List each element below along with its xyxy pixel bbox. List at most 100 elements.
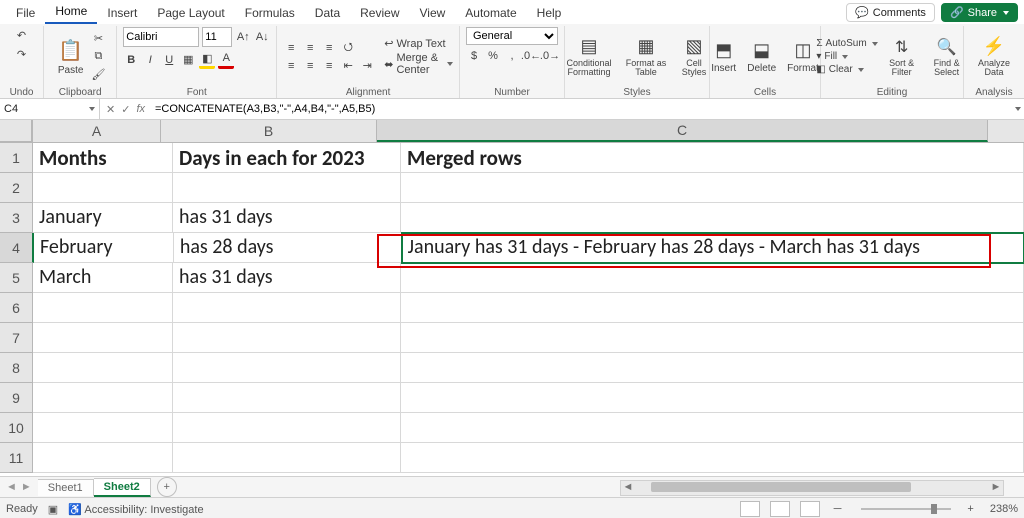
zoom-level[interactable]: 238% xyxy=(990,503,1018,515)
cell-c8[interactable] xyxy=(401,353,1024,383)
clear-button[interactable]: ◧Clear xyxy=(816,64,877,75)
undo-button[interactable]: ↶ xyxy=(14,27,30,43)
col-header-b[interactable]: B xyxy=(161,120,377,142)
tab-data[interactable]: Data xyxy=(305,3,350,24)
accessibility-status[interactable]: ♿ Accessibility: Investigate xyxy=(68,503,203,516)
underline-button[interactable]: U xyxy=(161,52,177,68)
cell-a4[interactable]: February xyxy=(34,233,174,263)
name-box[interactable]: C4 xyxy=(0,99,100,119)
insert-cells-button[interactable]: ⬒ Insert xyxy=(707,38,740,76)
font-color-button[interactable]: A xyxy=(218,50,234,69)
row-header-6[interactable]: 6 xyxy=(0,293,33,323)
bold-button[interactable]: B xyxy=(123,52,139,68)
cell-b8[interactable] xyxy=(173,353,401,383)
horizontal-scrollbar[interactable]: ◄ ► xyxy=(620,480,1004,496)
macro-record-icon[interactable]: ▣ xyxy=(48,503,58,516)
font-name-combo[interactable] xyxy=(123,27,199,47)
cell-a11[interactable] xyxy=(33,443,173,473)
cell-c7[interactable] xyxy=(401,323,1024,353)
scroll-right-button[interactable]: ► xyxy=(989,481,1003,493)
row-header-2[interactable]: 2 xyxy=(0,173,33,203)
view-page-break-button[interactable] xyxy=(800,501,820,517)
decrease-font-button[interactable]: A↓ xyxy=(254,29,270,45)
sheet-nav-prev[interactable]: ◄ xyxy=(6,481,17,493)
percent-format-button[interactable]: % xyxy=(485,48,501,64)
cell-a10[interactable] xyxy=(33,413,173,443)
cell-c9[interactable] xyxy=(401,383,1024,413)
row-header-9[interactable]: 9 xyxy=(0,383,33,413)
cell-b3[interactable]: has 31 days xyxy=(173,203,401,233)
orientation-button[interactable]: ⭯ xyxy=(340,40,356,56)
copy-button[interactable]: ⧉ xyxy=(90,49,106,65)
tab-automate[interactable]: Automate xyxy=(455,3,526,24)
merge-center-button[interactable]: ⬌ Merge & Center xyxy=(384,52,453,76)
view-normal-button[interactable] xyxy=(740,501,760,517)
cell-a2[interactable] xyxy=(33,173,173,203)
cell-c2[interactable] xyxy=(401,173,1024,203)
formula-bar-expand[interactable] xyxy=(1010,99,1024,119)
sheet-tab-sheet2[interactable]: Sheet2 xyxy=(94,478,151,497)
cell-c3[interactable] xyxy=(401,203,1024,233)
cell-c10[interactable] xyxy=(401,413,1024,443)
comments-button[interactable]: 💬 Comments xyxy=(846,3,935,22)
cell-a5[interactable]: March xyxy=(33,263,173,293)
cancel-formula-button[interactable]: ✕ xyxy=(106,103,115,116)
cell-b10[interactable] xyxy=(173,413,401,443)
row-header-7[interactable]: 7 xyxy=(0,323,33,353)
increase-font-button[interactable]: A↑ xyxy=(235,29,251,45)
scroll-left-button[interactable]: ◄ xyxy=(621,481,635,493)
accounting-format-button[interactable]: $ xyxy=(466,48,482,64)
decrease-decimal-button[interactable]: .0→ xyxy=(542,48,558,64)
align-center-button[interactable]: ≡ xyxy=(302,58,318,74)
fill-color-button[interactable]: ◧ xyxy=(199,50,215,69)
row-header-10[interactable]: 10 xyxy=(0,413,33,443)
align-middle-button[interactable]: ≡ xyxy=(302,40,318,56)
cell-c6[interactable] xyxy=(401,293,1024,323)
share-button[interactable]: 🔗 Share xyxy=(941,3,1018,22)
cell-b5[interactable]: has 31 days xyxy=(173,263,401,293)
tab-view[interactable]: View xyxy=(410,3,456,24)
paste-button[interactable]: 📋 Paste xyxy=(54,36,88,78)
tab-file[interactable]: File xyxy=(6,3,45,24)
cell-b6[interactable] xyxy=(173,293,401,323)
new-sheet-button[interactable]: + xyxy=(157,477,177,497)
cell-b11[interactable] xyxy=(173,443,401,473)
cut-button[interactable]: ✂ xyxy=(90,31,106,47)
cell-a9[interactable] xyxy=(33,383,173,413)
delete-cells-button[interactable]: ⬓ Delete xyxy=(743,38,780,76)
row-header-3[interactable]: 3 xyxy=(0,203,33,233)
align-right-button[interactable]: ≡ xyxy=(321,58,337,74)
cell-c5[interactable] xyxy=(401,263,1024,293)
number-format-combo[interactable]: General xyxy=(466,27,558,45)
find-select-button[interactable]: 🔍 Find & Select xyxy=(926,35,968,79)
tab-home[interactable]: Home xyxy=(45,1,97,24)
wrap-text-button[interactable]: ↩ Wrap Text xyxy=(384,37,453,50)
worksheet-grid[interactable]: A B C 1 Months Days in each for 2023 Mer… xyxy=(0,120,1024,476)
formula-bar-input[interactable] xyxy=(151,99,1010,119)
select-all-corner[interactable] xyxy=(0,120,33,142)
align-bottom-button[interactable]: ≡ xyxy=(321,40,337,56)
scroll-thumb[interactable] xyxy=(651,482,911,492)
tab-formulas[interactable]: Formulas xyxy=(235,3,305,24)
italic-button[interactable]: I xyxy=(142,52,158,68)
format-painter-button[interactable]: 🖌 xyxy=(90,67,106,83)
enter-formula-button[interactable]: ✓ xyxy=(121,103,130,116)
fill-button[interactable]: ▾Fill xyxy=(816,51,877,62)
cell-b2[interactable] xyxy=(173,173,401,203)
format-as-table-button[interactable]: ▦ Format as Table xyxy=(621,34,671,79)
zoom-in-button[interactable]: + xyxy=(967,503,973,515)
row-header-5[interactable]: 5 xyxy=(0,263,33,293)
borders-button[interactable]: ▦ xyxy=(180,52,196,68)
decrease-indent-button[interactable]: ⇤ xyxy=(340,58,356,74)
cell-b7[interactable] xyxy=(173,323,401,353)
align-top-button[interactable]: ≡ xyxy=(283,40,299,56)
cell-c11[interactable] xyxy=(401,443,1024,473)
increase-decimal-button[interactable]: .0← xyxy=(523,48,539,64)
align-left-button[interactable]: ≡ xyxy=(283,58,299,74)
view-page-layout-button[interactable] xyxy=(770,501,790,517)
conditional-formatting-button[interactable]: ▤ Conditional Formatting xyxy=(560,34,618,79)
cell-a8[interactable] xyxy=(33,353,173,383)
cell-a3[interactable]: January xyxy=(33,203,173,233)
analyze-data-button[interactable]: ⚡ Analyze Data xyxy=(970,34,1018,79)
zoom-slider[interactable] xyxy=(861,508,951,510)
